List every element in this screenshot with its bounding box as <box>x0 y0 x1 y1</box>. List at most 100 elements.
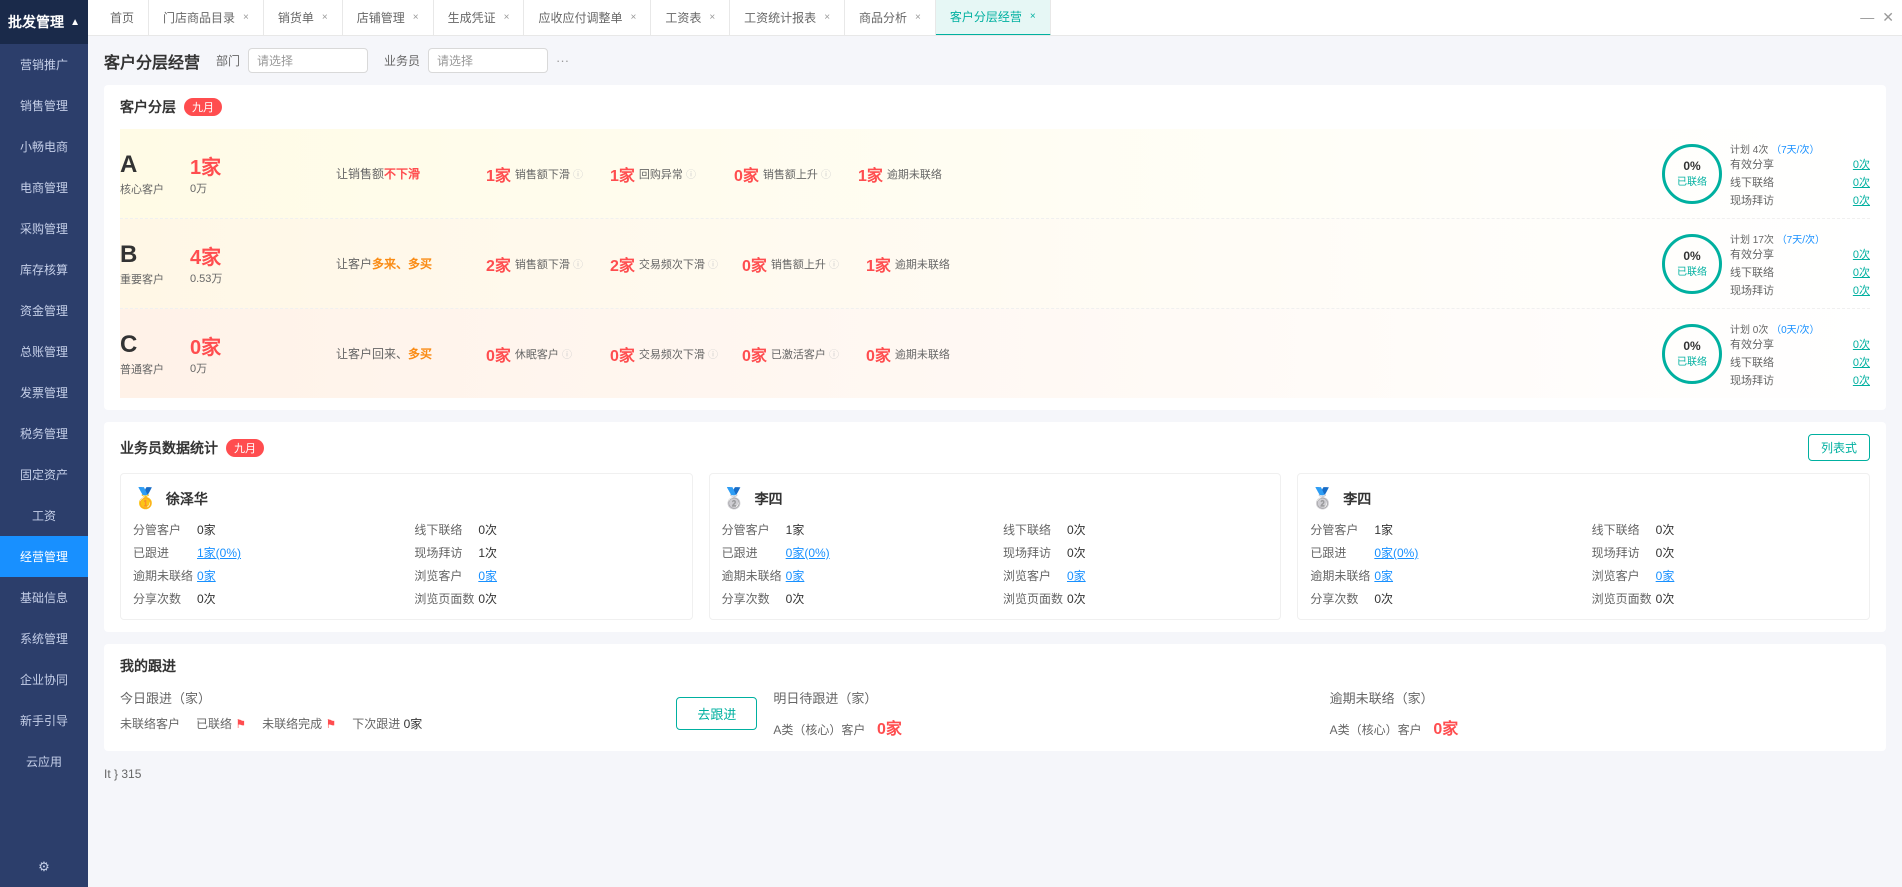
tier-action-C: 让客户回来、多买 <box>336 345 466 362</box>
tab-商品分析[interactable]: 商品分析× <box>845 0 936 36</box>
sidebar-item-营销推广[interactable]: 营销推广 <box>0 44 88 85</box>
staff-stat-val-right-2-2[interactable]: 0家 <box>1656 567 1675 584</box>
sidebar-item-云应用[interactable]: 云应用 <box>0 741 88 782</box>
tab-应收应付调整单[interactable]: 应收应付调整单× <box>524 0 651 36</box>
sidebar-item-新手引导[interactable]: 新手引导 <box>0 700 88 741</box>
tab-close-icon[interactable]: × <box>915 12 921 23</box>
tab-close-icon[interactable]: × <box>413 12 419 23</box>
tabbar-close-icon[interactable]: ✕ <box>1882 9 1894 26</box>
staff-stat-val-left-1-2[interactable]: 0家 <box>786 567 805 584</box>
tier-right-wrapper-A: 计划 4次 （7天/次）有效分享0次线下联络0次现场拜访0次 <box>1730 139 1870 208</box>
staff-select[interactable]: 请选择 <box>428 48 548 73</box>
sidebar-item-发票管理[interactable]: 发票管理 <box>0 372 88 413</box>
tier-plan-link-C[interactable]: （0天/次） <box>1771 325 1819 336</box>
sidebar-item-税务管理[interactable]: 税务管理 <box>0 413 88 454</box>
sidebar-item-工资[interactable]: 工资 <box>0 495 88 536</box>
info-icon[interactable]: ⓘ <box>573 260 583 271</box>
info-icon[interactable]: ⓘ <box>829 260 839 271</box>
sidebar-item-资金管理[interactable]: 资金管理 <box>0 290 88 331</box>
info-icon[interactable]: ⓘ <box>562 350 572 361</box>
tier-stat-label-C-0: 休眠客户 ⓘ <box>515 346 572 362</box>
staff-card-2: 🥈李四分管客户1家线下联络0次已跟进0家(0%)现场拜访0次逾期未联络0家浏览客… <box>1297 473 1870 620</box>
staff-stat-label-right-2-0: 线下联络 <box>1592 521 1652 538</box>
tab-工资表[interactable]: 工资表× <box>651 0 730 36</box>
staff-stat-val-left-0-1[interactable]: 1家(0%) <box>197 544 241 561</box>
sidebar-item-销售管理[interactable]: 销售管理 <box>0 85 88 126</box>
list-view-btn[interactable]: 列表式 <box>1808 434 1870 461</box>
sidebar-item-系统管理[interactable]: 系统管理 <box>0 618 88 659</box>
sidebar-item-采购管理[interactable]: 采购管理 <box>0 208 88 249</box>
tier-circle-label-B: 已联络 <box>1677 263 1707 278</box>
sidebar-header[interactable]: 批发管理 ▲ <box>0 0 88 44</box>
sidebar-item-经营管理[interactable]: 经营管理 <box>0 536 88 577</box>
tier-stat-count-B-3: 1家 <box>866 252 891 276</box>
tab-close-icon[interactable]: × <box>709 12 715 23</box>
sidebar-item-总账管理[interactable]: 总账管理 <box>0 331 88 372</box>
tier-label-B: B重要客户 <box>120 241 190 287</box>
staff-stat-label-right-1-1: 现场拜访 <box>1003 544 1063 561</box>
sidebar-item-库存核算[interactable]: 库存核算 <box>0 249 88 290</box>
goto-followup-btn[interactable]: 去跟进 <box>676 697 757 730</box>
tier-stat-count-A-3: 1家 <box>858 162 883 186</box>
staff-stats-0: 分管客户0家线下联络0次已跟进1家(0%)现场拜访1次逾期未联络0家浏览客户0家… <box>133 521 680 607</box>
sidebar-settings-icon[interactable]: ⚙ <box>0 847 88 887</box>
staff-stat-left-1-2: 逾期未联络0家 <box>722 567 987 584</box>
tab-门店商品目录[interactable]: 门店商品目录× <box>149 0 264 36</box>
tab-工资统计报表[interactable]: 工资统计报表× <box>730 0 845 36</box>
filter-more-icon[interactable]: ··· <box>556 53 569 68</box>
sidebar-item-小畅电商[interactable]: 小畅电商 <box>0 126 88 167</box>
staff-stat-left-0-1: 已跟进1家(0%) <box>133 544 398 561</box>
tab-店铺管理[interactable]: 店铺管理× <box>343 0 434 36</box>
tier-right-stat-val-C-0: 0次 <box>1853 336 1870 352</box>
tab-close-icon[interactable]: × <box>243 12 249 23</box>
info-icon[interactable]: ⓘ <box>573 170 583 181</box>
staff-stat-val-left-1-1[interactable]: 0家(0%) <box>786 544 830 561</box>
staff-card-1: 🥈李四分管客户1家线下联络0次已跟进0家(0%)现场拜访0次逾期未联络0家浏览客… <box>709 473 1282 620</box>
staff-stat-right-2-3: 浏览页面数0次 <box>1592 590 1857 607</box>
staff-stat-val-right-0-2[interactable]: 0家 <box>478 567 497 584</box>
tier-stat-count-C-2: 0家 <box>742 342 767 366</box>
info-icon[interactable]: ⓘ <box>708 350 718 361</box>
staff-stat-val-right-1-2[interactable]: 0家 <box>1067 567 1086 584</box>
followup-section: 我的跟进 今日跟进（家） 未联络客户 已联络 ⚑ 未联络完成 ⚑ 下次跟进 0家… <box>104 644 1886 751</box>
tomorrow-followup: 明日待跟进（家） A类（核心）客户 0家 <box>773 688 1313 739</box>
sidebar-item-固定资产[interactable]: 固定资产 <box>0 454 88 495</box>
info-icon[interactable]: ⓘ <box>821 170 831 181</box>
tab-客户分层经营[interactable]: 客户分层经营× <box>936 0 1051 36</box>
tier-plan-link-A[interactable]: （7天/次） <box>1771 145 1819 156</box>
info-icon[interactable]: ⓘ <box>686 170 696 181</box>
today-followup: 今日跟进（家） 未联络客户 已联络 ⚑ 未联络完成 ⚑ 下次跟进 0家 <box>120 688 660 732</box>
tab-close-icon[interactable]: × <box>630 12 636 23</box>
tab-close-icon[interactable]: × <box>322 12 328 23</box>
sidebar-arrow-icon: ▲ <box>70 17 80 28</box>
info-icon[interactable]: ⓘ <box>708 260 718 271</box>
tier-stat-count-C-1: 0家 <box>610 342 635 366</box>
dept-select[interactable]: 请选择 <box>248 48 368 73</box>
tier-plan-link-B[interactable]: （7天/次） <box>1777 235 1825 246</box>
tier-count-sub-A: 0万 <box>190 180 320 196</box>
today-stat-2: 已联络 ⚑ <box>196 715 246 732</box>
overdue-followup-label: 逾期未联络（家） <box>1330 688 1870 707</box>
tab-首页[interactable]: 首页 <box>96 0 149 36</box>
staff-stat-val-left-0-2[interactable]: 0家 <box>197 567 216 584</box>
staff-stat-val-left-2-2[interactable]: 0家 <box>1374 567 1393 584</box>
staff-stat-val-left-2-1[interactable]: 0家(0%) <box>1374 544 1418 561</box>
sidebar-item-电商管理[interactable]: 电商管理 <box>0 167 88 208</box>
tab-生成凭证[interactable]: 生成凭证× <box>434 0 525 36</box>
staff-stats-1: 分管客户1家线下联络0次已跟进0家(0%)现场拜访0次逾期未联络0家浏览客户0家… <box>722 521 1269 607</box>
staff-stat-val-left-2-0: 1家 <box>1374 521 1393 538</box>
sidebar-item-企业协同[interactable]: 企业协同 <box>0 659 88 700</box>
tier-action-highlight-A: 不下滑 <box>384 167 420 181</box>
tabbar-actions: — ✕ <box>1860 9 1894 26</box>
tabbar-minimize-icon[interactable]: — <box>1860 9 1874 26</box>
tab-close-icon[interactable]: × <box>1030 11 1036 22</box>
tab-close-icon[interactable]: × <box>824 12 830 23</box>
sidebar-item-基础信息[interactable]: 基础信息 <box>0 577 88 618</box>
tier-stat-label-A-3: 逾期未联络 <box>887 166 942 182</box>
tier-right-stat-label-B-0: 有效分享 <box>1730 246 1774 262</box>
tab-销货单[interactable]: 销货单× <box>264 0 343 36</box>
info-icon[interactable]: ⓘ <box>829 350 839 361</box>
tier-count-A: 1家0万 <box>190 151 320 196</box>
customer-section-header: 客户分层 九月 <box>120 97 1870 117</box>
tab-close-icon[interactable]: × <box>504 12 510 23</box>
